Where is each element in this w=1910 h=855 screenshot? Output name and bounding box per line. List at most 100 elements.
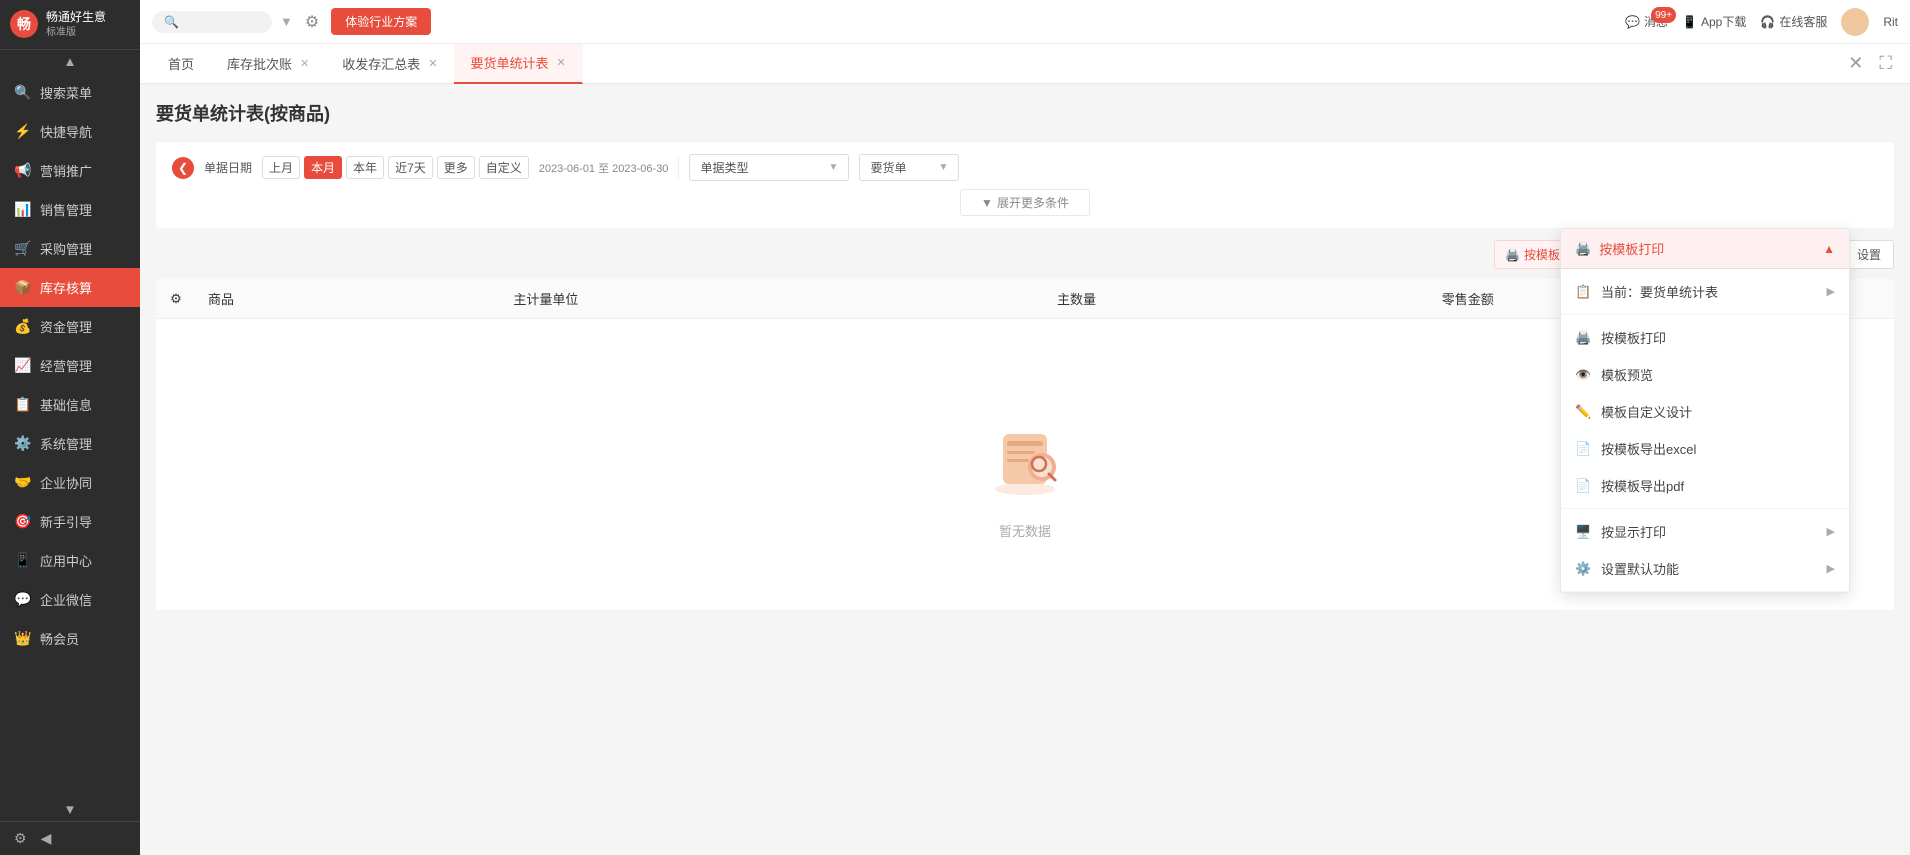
main-area: 🔍 ▼ ⚙ 体验行业方案 💬 消息 99+ 📱 App下载 🎧 在线客服 Rit — [140, 0, 1910, 855]
sidebar-item-label: 经营管理 — [40, 356, 92, 375]
menu-template-print[interactable]: 🖨️ 按模板打印 — [1561, 319, 1849, 356]
topbar-search[interactable]: 🔍 — [152, 11, 272, 33]
sidebar-item-finance[interactable]: 💰 资金管理 — [0, 307, 140, 346]
default-function-item[interactable]: ⚙️ 设置默认功能 ▶ — [1561, 550, 1849, 587]
print-dropdown-header[interactable]: 🖨️ 按模板打印 ▲ — [1561, 229, 1849, 269]
menu-template-preview[interactable]: 👁️ 模板预览 — [1561, 356, 1849, 393]
sidebar-item-inventory[interactable]: 📦 库存核算 — [0, 268, 140, 307]
expandable-section: 🖥️ 按显示打印 ▶ ⚙️ 设置默认功能 ▶ — [1561, 509, 1849, 592]
order-category-label: 要货单 — [870, 159, 934, 176]
finance-icon: 💰 — [14, 317, 32, 335]
logo-icon: 畅 — [10, 10, 38, 38]
wechat-icon: 💬 — [14, 590, 32, 608]
tab-receipts-summary[interactable]: 收发存汇总表 ✕ — [326, 44, 454, 84]
default-icon: ⚙️ — [1575, 561, 1591, 577]
sidebar-item-label: 库存核算 — [40, 278, 92, 297]
date-label: 单据日期 — [204, 159, 252, 176]
print-dropdown-title: 🖨️ 按模板打印 — [1575, 239, 1664, 258]
online-service-btn[interactable]: 🎧 在线客服 — [1760, 13, 1827, 30]
tabs-actions: ✕ ⛶ — [1842, 51, 1898, 76]
date-btn-this-year[interactable]: 本年 — [346, 156, 384, 179]
expand-icon: ▼ — [981, 196, 993, 210]
sidebar-bottom: ⚙ ◀ — [0, 821, 140, 855]
tab-close-all[interactable]: ✕ — [1842, 51, 1869, 76]
preview-icon: 👁️ — [1575, 367, 1591, 383]
tab-order-stats-close[interactable]: ✕ — [557, 56, 566, 69]
sidebar-item-collaboration[interactable]: 🤝 企业协同 — [0, 463, 140, 502]
message-badge: 99+ — [1651, 7, 1676, 23]
tab-home-label: 首页 — [168, 54, 194, 73]
tab-receipts-summary-close[interactable]: ✕ — [428, 57, 437, 70]
current-template-item[interactable]: 📋 当前：要货单统计表 ▶ — [1561, 273, 1849, 310]
menu-template-excel[interactable]: 📄 按模板导出excel — [1561, 430, 1849, 467]
sidebar-item-label: 销售管理 — [40, 200, 92, 219]
type-select[interactable]: 单据类型 ▼ — [689, 154, 849, 181]
logo-text: 畅通好生意 标准版 — [46, 10, 106, 39]
sidebar-item-member[interactable]: 👑 畅会员 — [0, 619, 140, 658]
menu-template-design[interactable]: ✏️ 模板自定义设计 — [1561, 393, 1849, 430]
sidebar-item-system[interactable]: ⚙️ 系统管理 — [0, 424, 140, 463]
date-btn-more[interactable]: 更多 — [437, 156, 475, 179]
quick-nav-icon: ⚡ — [14, 122, 32, 140]
page-title: 要货单统计表(按商品) — [156, 100, 1894, 126]
display-caret: ▶ — [1827, 525, 1835, 538]
tab-order-stats-label: 要货单统计表 — [470, 53, 548, 72]
sidebar-item-label: 新手引导 — [40, 512, 92, 531]
sidebar: 畅 畅通好生意 标准版 ▲ 🔍 搜索菜单 ⚡ 快捷导航 📢 营销推广 📊 销售管… — [0, 0, 140, 855]
topbar: 🔍 ▼ ⚙ 体验行业方案 💬 消息 99+ 📱 App下载 🎧 在线客服 Rit — [140, 0, 1910, 44]
sidebar-item-purchase[interactable]: 🛒 采购管理 — [0, 229, 140, 268]
topbar-dropdown-icon[interactable]: ▼ — [280, 14, 293, 29]
tab-home[interactable]: 首页 — [152, 44, 211, 84]
topbar-gear-icon[interactable]: ⚙ — [301, 8, 323, 36]
sidebar-item-basic-info[interactable]: 📋 基础信息 — [0, 385, 140, 424]
col-unit: 主计量单位 — [501, 279, 1045, 319]
date-btn-custom[interactable]: 自定义 — [479, 156, 529, 179]
printer-icon: 🖨️ — [1505, 248, 1520, 262]
sidebar-item-wechat[interactable]: 💬 企业微信 — [0, 580, 140, 619]
tab-inventory-batch[interactable]: 库存批次账 ✕ — [211, 44, 326, 84]
sidebar-item-search[interactable]: 🔍 搜索菜单 — [0, 73, 140, 112]
avatar[interactable] — [1841, 8, 1869, 36]
date-btns: 上月 本月 本年 近7天 更多 自定义 — [262, 156, 529, 179]
display-print-item[interactable]: 🖥️ 按显示打印 ▶ — [1561, 513, 1849, 550]
date-btn-last-month[interactable]: 上月 — [262, 156, 300, 179]
date-btn-this-month[interactable]: 本月 — [304, 156, 342, 179]
order-category-caret: ▼ — [939, 162, 949, 173]
settings-icon[interactable]: ⚙ — [14, 830, 27, 847]
sidebar-item-marketing[interactable]: 📢 营销推广 — [0, 151, 140, 190]
sidebar-item-operations[interactable]: 📈 经营管理 — [0, 346, 140, 385]
search-icon: 🔍 — [164, 15, 179, 29]
message-btn[interactable]: 💬 消息 99+ — [1625, 13, 1668, 30]
sidebar-item-app-center[interactable]: 📱 应用中心 — [0, 541, 140, 580]
tab-order-stats[interactable]: 要货单统计表 ✕ — [454, 44, 582, 84]
username: Rit — [1883, 15, 1898, 29]
operations-icon: 📈 — [14, 356, 32, 374]
basic-info-icon: 📋 — [14, 395, 32, 413]
app-download-btn[interactable]: 📱 App下载 — [1682, 13, 1746, 30]
collapse-icon[interactable]: ◀ — [41, 830, 52, 847]
tab-inventory-batch-label: 库存批次账 — [227, 54, 292, 73]
sidebar-scroll-down[interactable]: ▼ — [0, 798, 140, 821]
tab-expand[interactable]: ⛶ — [1873, 51, 1898, 76]
sidebar-item-guide[interactable]: 🎯 新手引导 — [0, 502, 140, 541]
sidebar-item-label: 系统管理 — [40, 434, 92, 453]
sidebar-item-sales[interactable]: 📊 销售管理 — [0, 190, 140, 229]
sidebar-item-label: 营销推广 — [40, 161, 92, 180]
col-product: 商品 — [196, 279, 501, 319]
experience-btn[interactable]: 体验行业方案 — [331, 8, 431, 35]
filter-toggle-btn[interactable]: ❮ — [172, 157, 194, 179]
sidebar-scroll-up[interactable]: ▲ — [0, 50, 140, 73]
expand-more-btn[interactable]: ▼ 展开更多条件 — [960, 189, 1090, 216]
design-icon: ✏️ — [1575, 404, 1591, 420]
settings-btn[interactable]: 设置 — [1844, 240, 1894, 269]
order-category-select[interactable]: 要货单 ▼ — [859, 154, 959, 181]
sidebar-item-quick-nav[interactable]: ⚡ 快捷导航 — [0, 112, 140, 151]
col-settings[interactable]: ⚙ — [156, 279, 196, 319]
menu-template-pdf[interactable]: 📄 按模板导出pdf — [1561, 467, 1849, 504]
print-dropdown: 🖨️ 按模板打印 ▲ 📋 当前：要货单统计表 ▶ 🖨️ — [1560, 228, 1850, 593]
sales-icon: 📊 — [14, 200, 32, 218]
printer-header-icon: 🖨️ — [1575, 241, 1591, 257]
date-btn-7days[interactable]: 近7天 — [388, 156, 433, 179]
expand-caret: ▶ — [1827, 285, 1835, 298]
tab-inventory-batch-close[interactable]: ✕ — [300, 57, 309, 70]
